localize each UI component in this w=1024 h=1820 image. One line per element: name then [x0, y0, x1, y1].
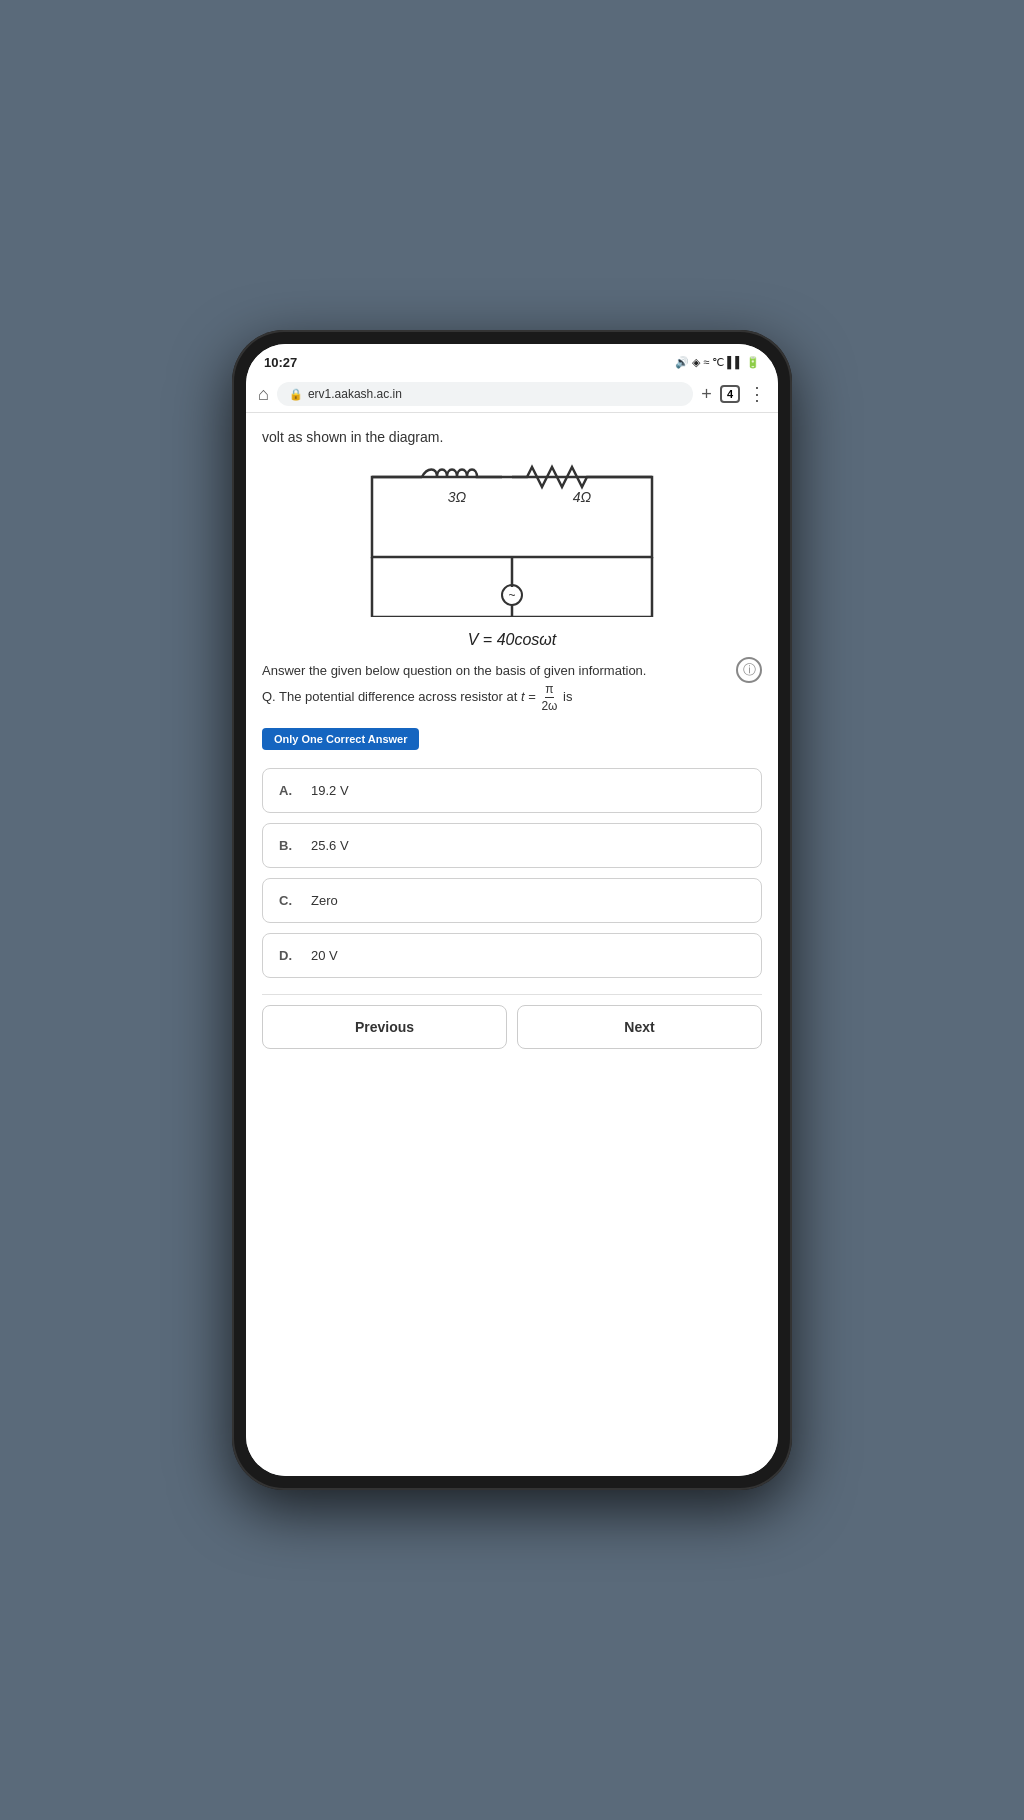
option-c[interactable]: C. Zero: [262, 878, 762, 923]
option-a-text: 19.2 V: [311, 783, 349, 798]
lock-icon: 🔒: [289, 388, 303, 401]
svg-text:~: ~: [508, 588, 515, 602]
previous-button[interactable]: Previous: [262, 1005, 507, 1049]
status-time: 10:27: [264, 355, 297, 370]
options-list: A. 19.2 V B. 25.6 V C. Zero D. 20 V: [262, 768, 762, 978]
option-a-letter: A.: [279, 783, 299, 798]
page-content: volt as shown in the diagram. 3Ω 4Ω: [246, 413, 778, 1476]
url-bar[interactable]: 🔒 erv1.aakash.ac.in: [277, 382, 693, 406]
option-c-text: Zero: [311, 893, 338, 908]
svg-text:3Ω: 3Ω: [448, 489, 467, 505]
math-fraction: π 2ω: [541, 682, 557, 714]
question-text: Q. The potential difference across resis…: [262, 682, 762, 714]
option-d-letter: D.: [279, 948, 299, 963]
next-button[interactable]: Next: [517, 1005, 762, 1049]
circuit-svg: 3Ω 4Ω ~: [352, 457, 672, 617]
tab-count[interactable]: 4: [720, 385, 740, 403]
phone-screen: 10:27 🔊 ◈ ≈ ℃ ▌▌ 🔋 ⌂ 🔒 erv1.aakash.ac.in…: [246, 344, 778, 1476]
option-b-letter: B.: [279, 838, 299, 853]
signal-battery-icons: 🔊 ◈ ≈ ℃ ▌▌ 🔋: [675, 356, 760, 369]
answer-type-label: Only One Correct Answer: [262, 728, 419, 750]
question-block: ⓘ Answer the given below question on the…: [262, 661, 762, 714]
option-b[interactable]: B. 25.6 V: [262, 823, 762, 868]
option-b-text: 25.6 V: [311, 838, 349, 853]
option-a[interactable]: A. 19.2 V: [262, 768, 762, 813]
option-d-text: 20 V: [311, 948, 338, 963]
intro-text: volt as shown in the diagram.: [262, 429, 762, 445]
option-d[interactable]: D. 20 V: [262, 933, 762, 978]
svg-rect-0: [372, 477, 652, 557]
voltage-formula: V = 40cosωt: [262, 631, 762, 649]
info-icon[interactable]: ⓘ: [736, 657, 762, 683]
phone-device: 10:27 🔊 ◈ ≈ ℃ ▌▌ 🔋 ⌂ 🔒 erv1.aakash.ac.in…: [232, 330, 792, 1490]
answer-type-badge: Only One Correct Answer: [262, 728, 762, 768]
option-c-letter: C.: [279, 893, 299, 908]
home-icon[interactable]: ⌂: [258, 384, 269, 405]
status-icons: 🔊 ◈ ≈ ℃ ▌▌ 🔋: [675, 356, 760, 369]
url-text: erv1.aakash.ac.in: [308, 387, 402, 401]
more-menu-button[interactable]: ⋮: [748, 383, 766, 405]
navigation-bar: Previous Next: [262, 994, 762, 1053]
svg-text:4Ω: 4Ω: [573, 489, 592, 505]
question-prefix: Answer the given below question on the b…: [262, 661, 762, 682]
browser-bar: ⌂ 🔒 erv1.aakash.ac.in + 4 ⋮: [246, 376, 778, 413]
new-tab-button[interactable]: +: [701, 384, 712, 405]
circuit-diagram: 3Ω 4Ω ~: [262, 457, 762, 617]
status-bar: 10:27 🔊 ◈ ≈ ℃ ▌▌ 🔋: [246, 344, 778, 376]
